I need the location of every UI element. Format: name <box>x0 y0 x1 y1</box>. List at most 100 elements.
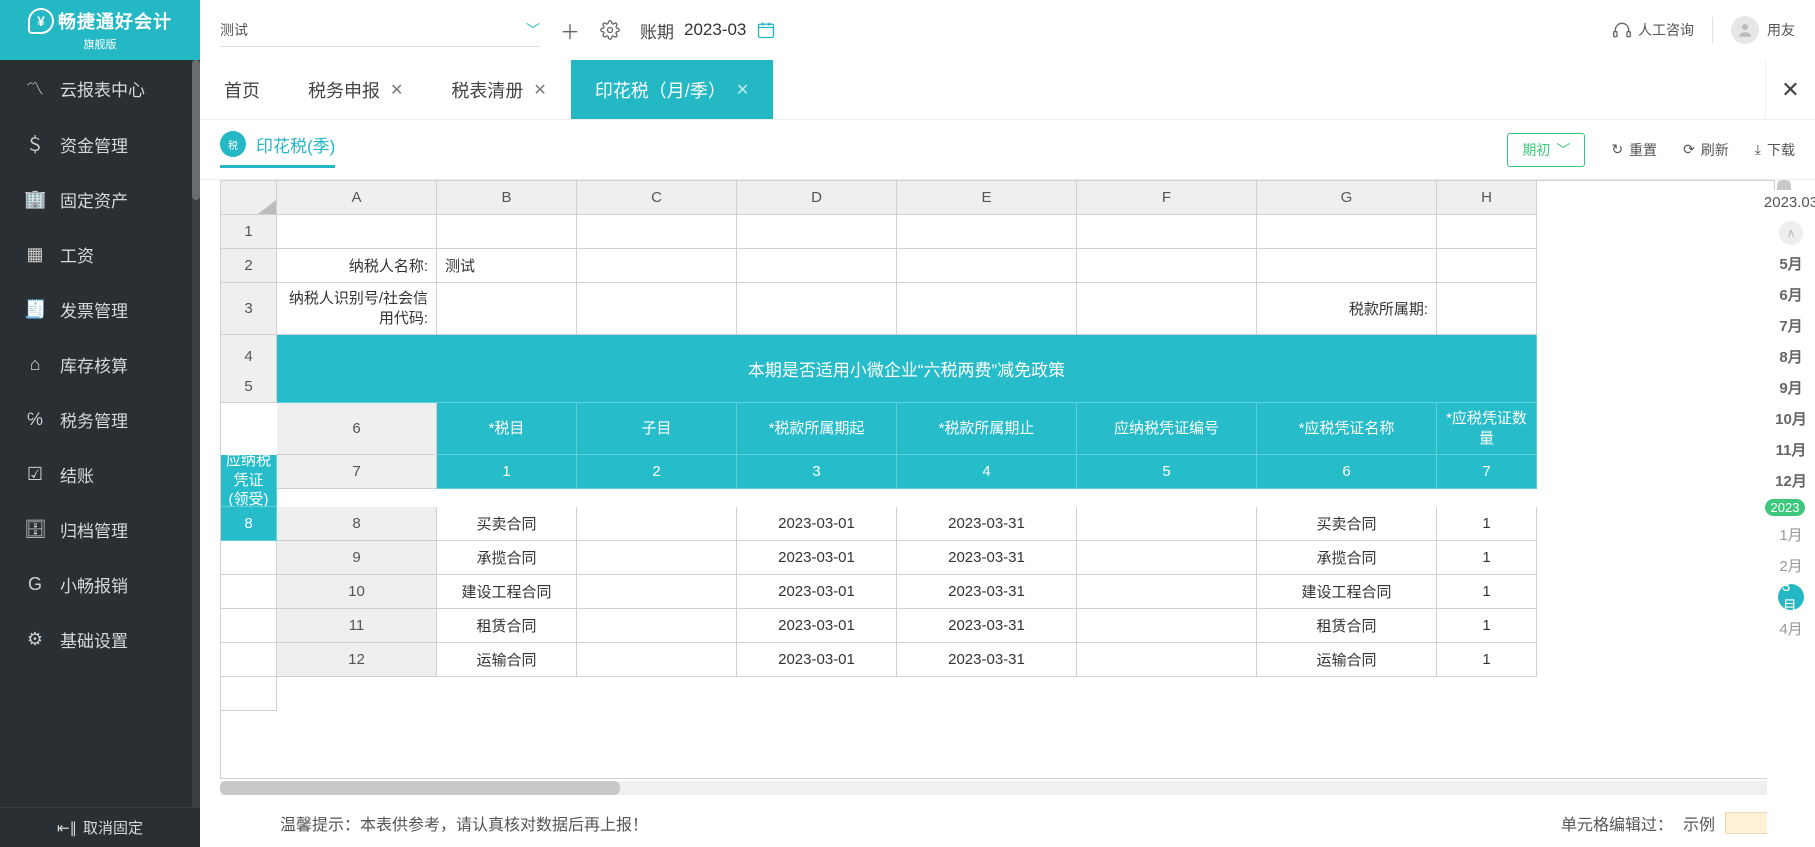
cell-cert-qty[interactable]: 1 <box>1437 541 1537 575</box>
cell-subitem[interactable] <box>577 507 737 541</box>
cell-period-start[interactable]: 2023-03-01 <box>737 609 897 643</box>
cell-tax-item[interactable]: 运输合同 <box>437 643 577 677</box>
cell-period-end[interactable]: 2023-03-31 <box>897 575 1077 609</box>
sidebar-item-chart[interactable]: 〽云报表中心 <box>0 60 200 116</box>
cell-period-start[interactable]: 2023-03-01 <box>737 643 897 677</box>
period-month[interactable]: 10月 <box>1771 406 1811 431</box>
cell[interactable] <box>737 283 897 335</box>
cell-period-start[interactable]: 2023-03-01 <box>737 507 897 541</box>
cell-tax-item[interactable]: 承揽合同 <box>437 541 577 575</box>
cell[interactable] <box>1437 215 1537 249</box>
cell[interactable] <box>897 215 1077 249</box>
period-month[interactable]: 5月 <box>1775 251 1806 276</box>
sidebar-item-building[interactable]: 🏢固定资产 <box>0 172 200 227</box>
refresh-button[interactable]: ⟳ 刷新 <box>1683 140 1729 160</box>
cell-tax-item[interactable]: 建设工程合同 <box>437 575 577 609</box>
cell[interactable] <box>897 249 1077 283</box>
tab[interactable]: 税务申报✕ <box>284 60 427 119</box>
cell-subitem[interactable] <box>577 541 737 575</box>
cell-extra[interactable] <box>221 643 277 677</box>
cell-period-start[interactable]: 2023-03-01 <box>737 541 897 575</box>
cell[interactable] <box>577 249 737 283</box>
sidebar-item-calc[interactable]: ▦工资 <box>0 227 200 282</box>
period-month[interactable]: 12月 <box>1771 468 1811 493</box>
settings-icon[interactable] <box>600 20 620 40</box>
cell[interactable] <box>437 283 577 335</box>
cell-cert-no[interactable] <box>1077 643 1257 677</box>
tab-close-icon[interactable]: ✕ <box>736 80 749 100</box>
sub-tab-active[interactable]: 税 印花税(季) <box>220 131 335 168</box>
cell-cert-name[interactable]: 租赁合同 <box>1257 609 1437 643</box>
period-month[interactable]: 9月 <box>1775 375 1806 400</box>
sheet-hscroll-thumb[interactable] <box>220 781 620 795</box>
sidebar-item-tax[interactable]: ℅税务管理 <box>0 392 200 447</box>
cell[interactable] <box>1077 249 1257 283</box>
cell[interactable] <box>897 283 1077 335</box>
period-month[interactable]: 3月 <box>1778 584 1804 610</box>
tab[interactable]: 印花税（月/季）✕ <box>571 60 773 119</box>
cell[interactable] <box>1077 283 1257 335</box>
period-month[interactable]: 2月 <box>1775 553 1806 578</box>
download-button[interactable]: ⤓ 下载 <box>1755 140 1795 160</box>
sidebar-item-gear[interactable]: ⚙基础设置 <box>0 612 200 667</box>
cell-tax-item[interactable]: 买卖合同 <box>437 507 577 541</box>
cell-cert-no[interactable] <box>1077 609 1257 643</box>
period-month[interactable]: 11月 <box>1772 437 1811 462</box>
cell[interactable] <box>1437 249 1537 283</box>
cell-subitem[interactable] <box>577 643 737 677</box>
cell-period-end[interactable]: 2023-03-31 <box>897 643 1077 677</box>
sidebar-item-invoice[interactable]: 🧾发票管理 <box>0 282 200 337</box>
period-begin-button[interactable]: 期初 ﹀ <box>1507 133 1585 167</box>
cell[interactable] <box>1077 215 1257 249</box>
taxpayer-name-value[interactable]: 测试 <box>437 249 577 283</box>
cell-extra[interactable] <box>221 575 277 609</box>
tab[interactable]: 税表清册✕ <box>427 60 570 119</box>
period-month[interactable]: 7月 <box>1775 313 1806 338</box>
cell-cert-name[interactable]: 承揽合同 <box>1257 541 1437 575</box>
cell[interactable] <box>737 249 897 283</box>
support-link[interactable]: 人工咨询 <box>1612 20 1694 40</box>
cell[interactable] <box>1257 215 1437 249</box>
cell-extra[interactable] <box>221 677 277 711</box>
sidebar-item-refresh[interactable]: G小畅报销 <box>0 557 200 612</box>
cell[interactable] <box>437 215 577 249</box>
cell-cert-name[interactable]: 运输合同 <box>1257 643 1437 677</box>
calendar-icon[interactable] <box>756 20 776 40</box>
cell[interactable] <box>577 283 737 335</box>
reset-button[interactable]: ↻ 重置 <box>1611 140 1657 160</box>
cell-tax-item[interactable]: 租赁合同 <box>437 609 577 643</box>
cell-cert-name[interactable]: 建设工程合同 <box>1257 575 1437 609</box>
add-button[interactable]: ＋ <box>560 16 580 45</box>
cell-period-end[interactable]: 2023-03-31 <box>897 541 1077 575</box>
period-month[interactable]: 8月 <box>1775 344 1806 369</box>
period-month[interactable]: 1月 <box>1775 522 1806 547</box>
cell-cert-no[interactable] <box>1077 507 1257 541</box>
cell-period-start[interactable]: 2023-03-01 <box>737 575 897 609</box>
period-year-pill[interactable]: 2023 <box>1765 499 1806 516</box>
cell-cert-name[interactable]: 买卖合同 <box>1257 507 1437 541</box>
period-month[interactable]: 4月 <box>1775 616 1806 641</box>
company-selector[interactable]: 测试 ﹀ <box>220 14 540 47</box>
cell[interactable] <box>577 215 737 249</box>
period-scroll-up[interactable]: ∧ <box>1779 221 1803 245</box>
tab[interactable]: 首页 <box>200 60 284 119</box>
cell-cert-no[interactable] <box>1077 575 1257 609</box>
sidebar-item-home[interactable]: ⌂库存核算 <box>0 337 200 392</box>
cell[interactable] <box>737 215 897 249</box>
sidebar-scrollbar-thumb[interactable] <box>192 60 200 200</box>
cell-extra[interactable] <box>221 541 277 575</box>
cell-period-end[interactable]: 2023-03-31 <box>897 609 1077 643</box>
cell-subitem[interactable] <box>577 575 737 609</box>
user-menu[interactable]: 用友 <box>1731 16 1795 44</box>
cell[interactable] <box>277 215 437 249</box>
cell-cert-no[interactable] <box>1077 541 1257 575</box>
period-month[interactable]: 6月 <box>1775 282 1806 307</box>
cell-extra[interactable] <box>221 609 277 643</box>
sidebar-item-archive[interactable]: 🗄归档管理 <box>0 502 200 557</box>
cell[interactable] <box>1437 283 1537 335</box>
sidebar-item-close-acc[interactable]: ☑结账 <box>0 447 200 502</box>
unpin-button[interactable]: ⇤∥ 取消固定 <box>0 807 200 847</box>
cell-period-end[interactable]: 2023-03-31 <box>897 507 1077 541</box>
cell-cert-qty[interactable]: 1 <box>1437 575 1537 609</box>
spreadsheet[interactable]: ABCDEFGH12纳税人名称:测试3纳税人识别号/社会信用代码:税款所属期:4… <box>220 180 1775 779</box>
